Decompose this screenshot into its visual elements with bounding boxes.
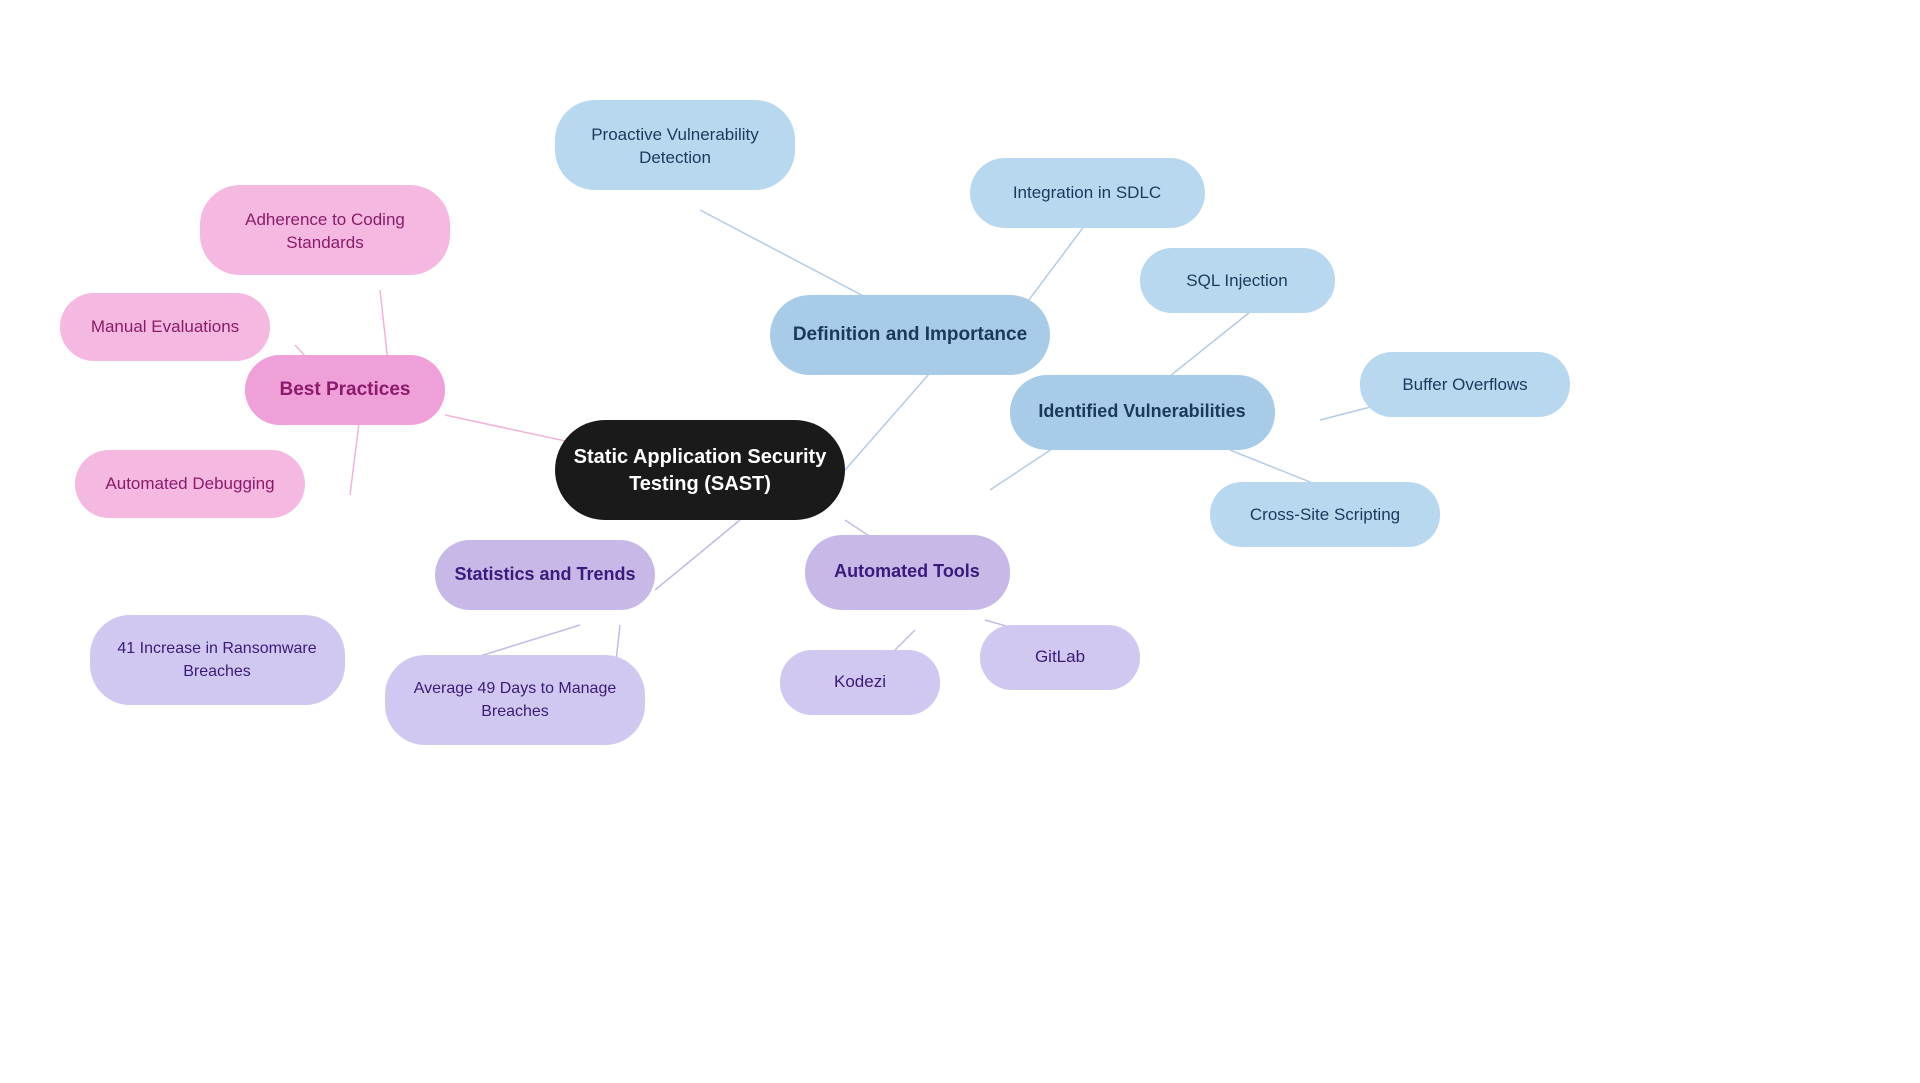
node-ransomware-breaches bbox=[90, 615, 345, 705]
node-statistics-trends bbox=[435, 540, 655, 610]
node-avg49-days bbox=[385, 655, 645, 745]
node-automated-tools bbox=[805, 535, 1010, 610]
node-proactive-vulnerability bbox=[555, 100, 795, 190]
node-identified-vulnerabilities bbox=[1010, 375, 1275, 450]
node-manual-evaluations bbox=[60, 293, 270, 361]
node-gitlab bbox=[980, 625, 1140, 690]
node-best-practices bbox=[245, 355, 445, 425]
node-adherence-coding bbox=[200, 185, 450, 275]
node-sql-injection bbox=[1140, 248, 1335, 313]
node-integration-sdlc bbox=[970, 158, 1205, 228]
node-kodezi bbox=[780, 650, 940, 715]
node-cross-site-scripting bbox=[1210, 482, 1440, 547]
node-definition-importance bbox=[770, 295, 1050, 375]
node-buffer-overflows bbox=[1360, 352, 1570, 417]
node-automated-debugging bbox=[75, 450, 305, 518]
mindmap-center bbox=[555, 420, 845, 520]
